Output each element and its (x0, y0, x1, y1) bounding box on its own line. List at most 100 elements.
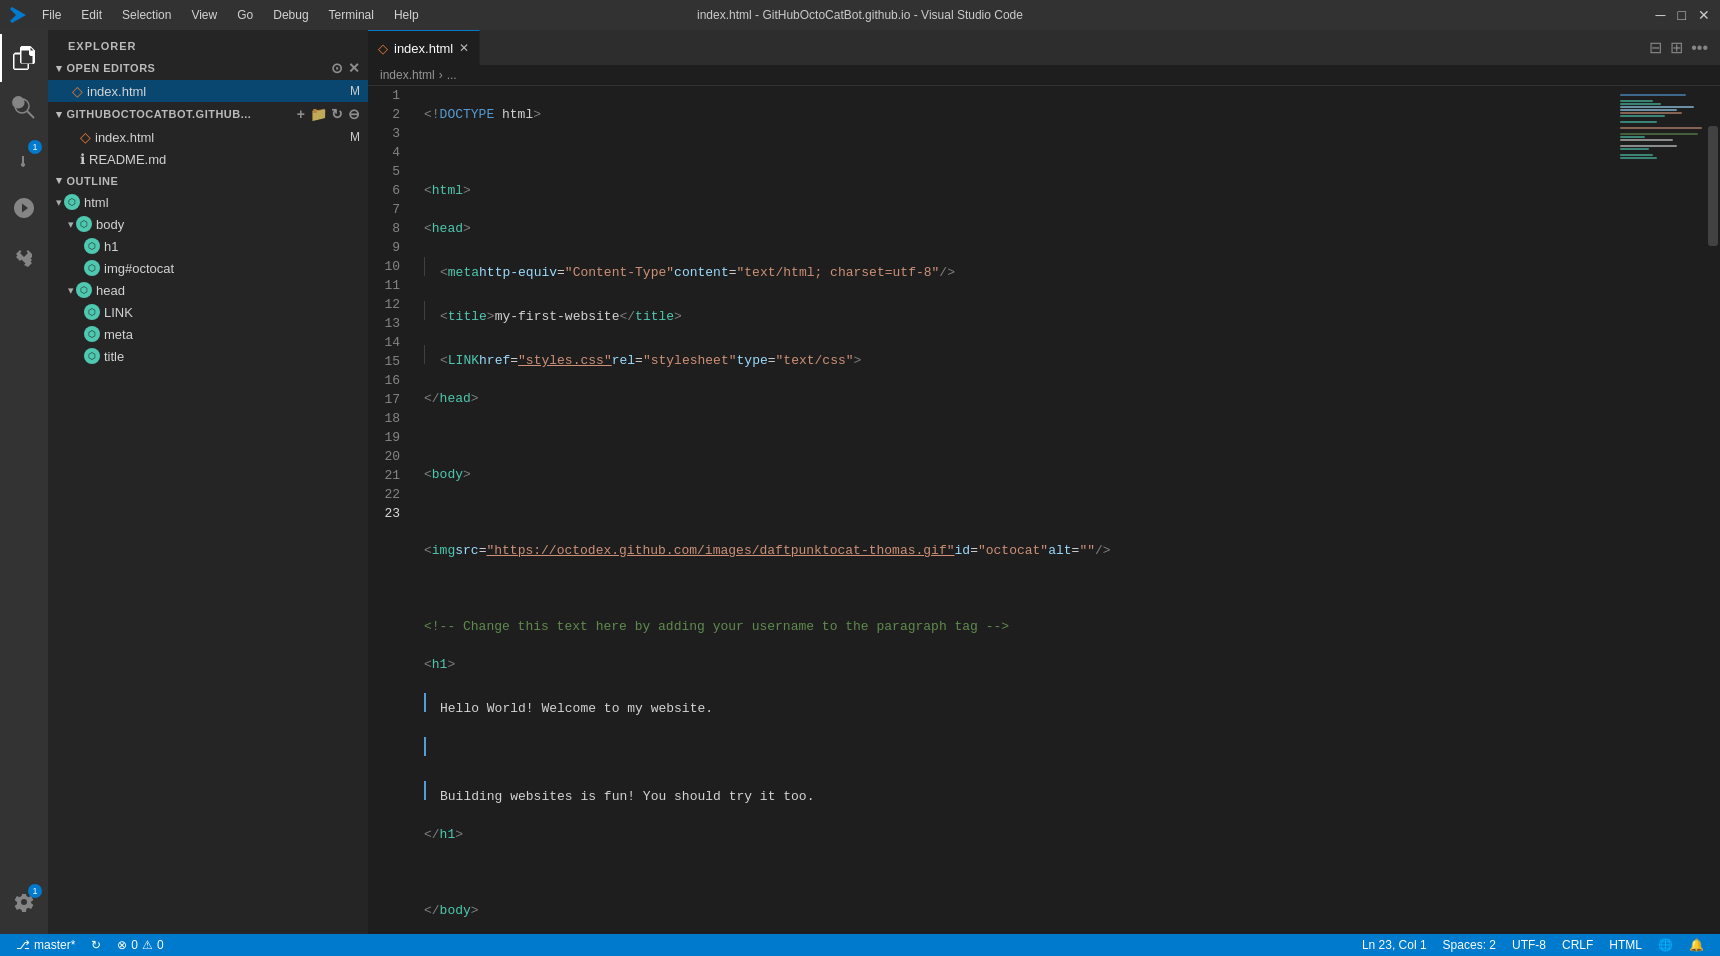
toggle-panel-icon[interactable]: ⊞ (1670, 38, 1683, 57)
breadcrumb-more[interactable]: ... (447, 68, 457, 82)
link-element-icon: ⬡ (84, 304, 100, 320)
h1-element-icon: ⬡ (84, 238, 100, 254)
outline-img[interactable]: ⬡ img#octocat (48, 257, 368, 279)
close-all-icon[interactable]: ✕ (348, 60, 361, 76)
outline-title[interactable]: ⬡ title (48, 345, 368, 367)
activity-search[interactable] (0, 84, 48, 132)
img-element-icon: ⬡ (84, 260, 100, 276)
outline-section: ▾ Outline ▾ ⬡ html ▾ ⬡ body ⬡ (48, 170, 368, 934)
menu-help[interactable]: Help (386, 6, 427, 24)
minimize-button[interactable]: ─ (1656, 7, 1666, 23)
code-line-17 (424, 737, 1616, 762)
menu-selection[interactable]: Selection (114, 6, 179, 24)
errors-status[interactable]: ⊗ 0 ⚠ 0 (109, 934, 171, 956)
activity-debug[interactable] (0, 184, 48, 232)
cursor-position-status[interactable]: Ln 23, Col 1 (1354, 938, 1435, 952)
new-file-icon[interactable]: + (297, 106, 306, 122)
activity-extensions[interactable] (0, 234, 48, 282)
outline-header[interactable]: ▾ Outline (48, 170, 368, 191)
html-icon: ◇ (80, 129, 91, 145)
open-editors-actions: ⊙ ✕ (331, 60, 360, 76)
globe-icon: 🌐 (1658, 938, 1673, 952)
collapse-all-icon[interactable]: ⊖ (348, 106, 361, 122)
activity-source-control[interactable]: 1 (0, 134, 48, 182)
body-element-icon: ⬡ (76, 216, 92, 232)
code-line-3: <html> (424, 181, 1616, 200)
activity-bar: 1 1 (0, 30, 48, 934)
code-line-8: </head> (424, 389, 1616, 408)
code-line-6: <title>my-first-website</title> (424, 301, 1616, 326)
code-editor[interactable]: <!DOCTYPE html> <html> <head> <meta http… (408, 86, 1616, 934)
main-layout: 1 1 Explorer ▾ Open Editors (0, 30, 1720, 934)
outline-body[interactable]: ▾ ⬡ body (48, 213, 368, 235)
repo-tree: ◇ index.html M ℹ README.md (48, 126, 368, 170)
info-icon: ℹ (80, 151, 85, 167)
sync-status[interactable]: ↻ (83, 934, 109, 956)
code-line-2 (424, 143, 1616, 162)
menu-file[interactable]: File (34, 6, 69, 24)
repo-header[interactable]: ▾ GitHubOctoCatBot.Github... + 📁 ↻ ⊖ (48, 102, 368, 126)
tab-label: index.html (394, 41, 453, 56)
activity-settings[interactable]: 1 (0, 878, 48, 926)
line-numbers: 12345 678910 1112131415 1617181920 21222… (368, 86, 408, 934)
save-all-icon[interactable]: ⊙ (331, 60, 344, 76)
sidebar-title: Explorer (48, 30, 368, 56)
error-icon: ⊗ (117, 938, 127, 952)
outline-html[interactable]: ▾ ⬡ html (48, 191, 368, 213)
code-line-12: <img src="https://octodex.github.com/ima… (424, 541, 1616, 560)
open-editor-index-html[interactable]: ◇ index.html M (48, 80, 368, 102)
split-editor-icon[interactable]: ⊟ (1649, 38, 1662, 57)
tab-close-button[interactable]: ✕ (459, 41, 469, 55)
new-folder-icon[interactable]: 📁 (310, 106, 328, 122)
more-actions-icon[interactable]: ••• (1691, 39, 1708, 57)
indent-status[interactable]: Spaces: 2 (1435, 938, 1504, 952)
code-line-10: <body> (424, 465, 1616, 484)
repo-readme[interactable]: ℹ README.md (48, 148, 368, 170)
code-line-11 (424, 503, 1616, 522)
code-line-14: <!-- Change this text here by adding you… (424, 617, 1616, 636)
git-branch-status[interactable]: ⎇ master* (8, 934, 83, 956)
outline-head[interactable]: ▾ ⬡ head (48, 279, 368, 301)
remote-status[interactable]: 🌐 (1650, 938, 1681, 952)
menu-debug[interactable]: Debug (265, 6, 316, 24)
menu-view[interactable]: View (183, 6, 225, 24)
outline-link[interactable]: ⬡ LINK (48, 301, 368, 323)
svg-line-1 (27, 111, 34, 118)
sidebar: Explorer ▾ Open Editors ⊙ ✕ ◇ index.html… (48, 30, 368, 934)
notifications-status[interactable]: 🔔 (1681, 938, 1712, 952)
outline-meta[interactable]: ⬡ meta (48, 323, 368, 345)
tab-index-html[interactable]: ◇ index.html ✕ (368, 30, 480, 65)
meta-element-icon: ⬡ (84, 326, 100, 342)
maximize-button[interactable]: □ (1678, 7, 1686, 23)
title-element-icon: ⬡ (84, 348, 100, 364)
code-line-13 (424, 579, 1616, 598)
editor-scrollbar[interactable] (1706, 86, 1720, 934)
scrollbar-thumb[interactable] (1708, 126, 1718, 246)
open-editors-header[interactable]: ▾ Open Editors ⊙ ✕ (48, 56, 368, 80)
outline-h1[interactable]: ⬡ h1 (48, 235, 368, 257)
menu-go[interactable]: Go (229, 6, 261, 24)
menu-edit[interactable]: Edit (73, 6, 110, 24)
code-line-7: <LINK href="styles.css" rel="stylesheet"… (424, 345, 1616, 370)
editor-container: ◇ index.html ✕ ⊟ ⊞ ••• index.html › ... … (368, 30, 1720, 934)
code-line-16: Hello World! Welcome to my website. (424, 693, 1616, 718)
encoding-status[interactable]: UTF-8 (1504, 938, 1554, 952)
close-button[interactable]: ✕ (1698, 7, 1710, 23)
code-line-1: <!DOCTYPE html> (424, 105, 1616, 124)
language-status[interactable]: HTML (1601, 938, 1650, 952)
tab-html-icon: ◇ (378, 41, 388, 56)
refresh-icon[interactable]: ↻ (331, 106, 344, 122)
window-controls: ─ □ ✕ (1656, 7, 1710, 23)
line-ending-status[interactable]: CRLF (1554, 938, 1601, 952)
editor-main: 12345 678910 1112131415 1617181920 21222… (368, 86, 1720, 934)
title-bar-left: File Edit Selection View Go Debug Termin… (10, 6, 427, 24)
breadcrumb-file[interactable]: index.html (380, 68, 435, 82)
code-line-20 (424, 863, 1616, 882)
source-control-badge: 1 (28, 140, 42, 154)
activity-explorer[interactable] (0, 34, 48, 82)
code-line-18: Building websites is fun! You should try… (424, 781, 1616, 806)
menu-terminal[interactable]: Terminal (321, 6, 382, 24)
code-line-5: <meta http-equiv="Content-Type" content=… (424, 257, 1616, 282)
repo-index-html[interactable]: ◇ index.html M (48, 126, 368, 148)
head-element-icon: ⬡ (76, 282, 92, 298)
